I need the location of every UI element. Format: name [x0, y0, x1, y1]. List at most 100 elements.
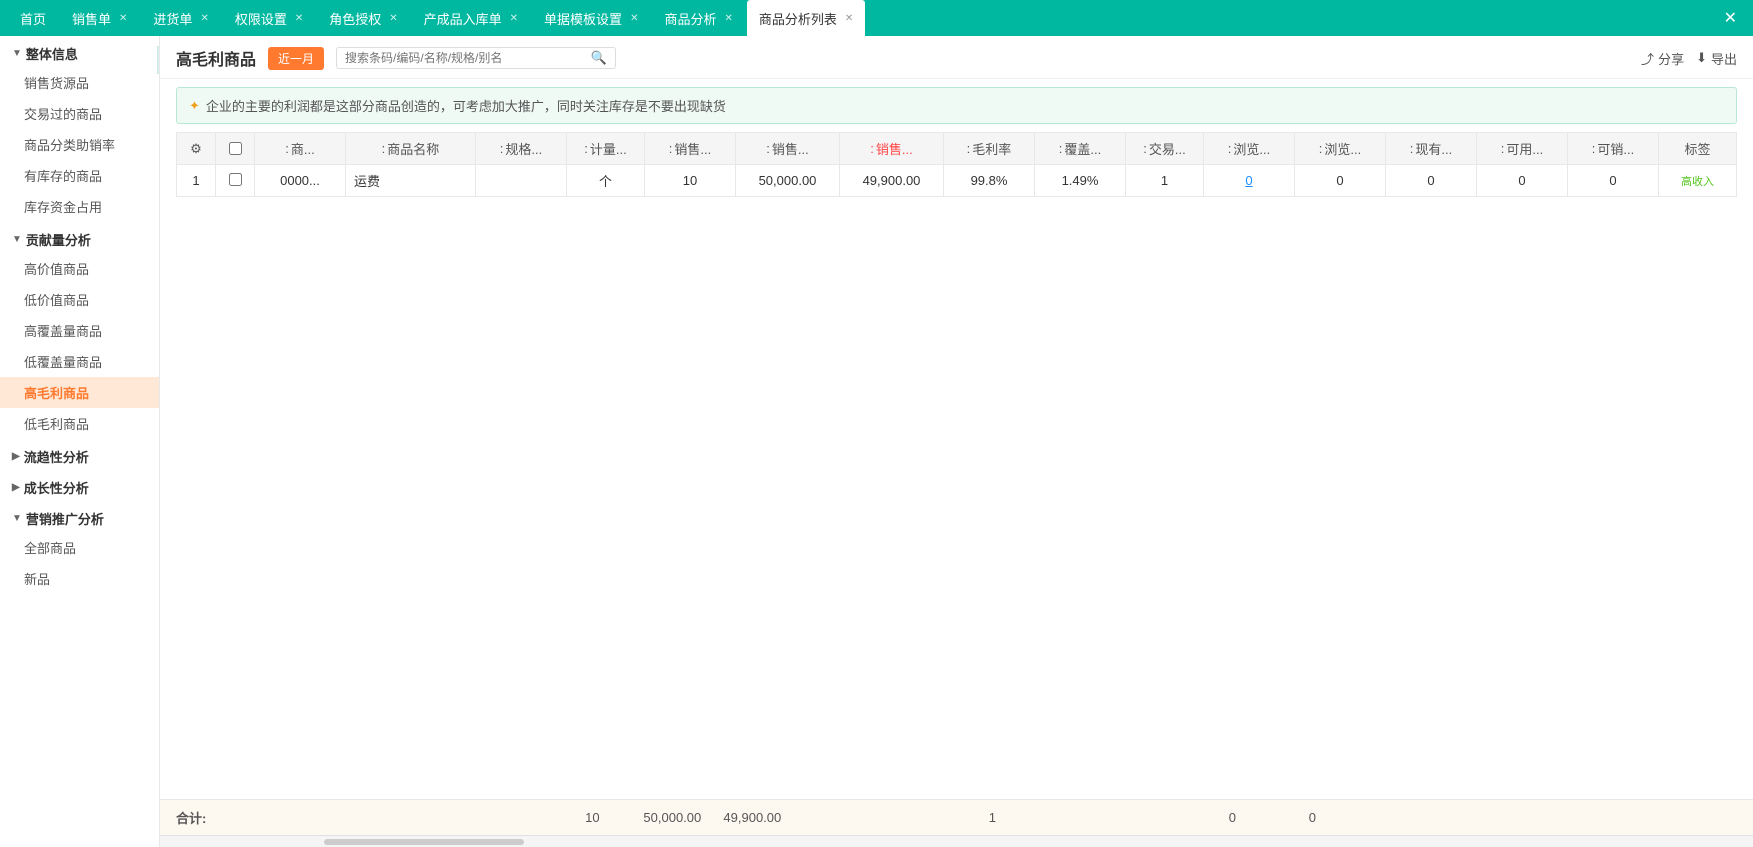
nav-purchase[interactable]: 进货单 ✕ — [141, 0, 220, 36]
group-arrow-trend: ▶ — [12, 451, 20, 462]
col-sales2[interactable]: : 销售... — [736, 133, 840, 165]
col-spec[interactable]: : 规格... — [476, 133, 567, 165]
info-icon: ✦ — [189, 98, 200, 114]
share-icon: ⤴ — [1641, 49, 1654, 68]
nav-role[interactable]: 角色授权 ✕ — [317, 0, 409, 36]
main-layout: 《 ▼ 整体信息 销售货源品 交易过的商品 商品分类助销率 有库存的商品 库存资… — [0, 36, 1753, 847]
header-actions: ⤴ 分享 ⬇ 导出 — [1641, 49, 1737, 68]
nav-template[interactable]: 单据模板设置 ✕ — [532, 0, 650, 36]
close-template-tab[interactable]: ✕ — [630, 13, 638, 24]
col-tag[interactable]: 标签 — [1659, 133, 1737, 165]
footer-available: 0 — [1272, 810, 1352, 825]
col-browse2[interactable]: : 浏览... — [1295, 133, 1386, 165]
sidebar-item-high-coverage[interactable]: 高覆盖量商品 — [0, 315, 159, 346]
cell-sales1: 10 — [645, 165, 736, 197]
cell-transaction: 1 — [1126, 165, 1204, 197]
close-window-button[interactable]: ✕ — [1716, 8, 1745, 28]
sidebar-item-all-products[interactable]: 全部商品 — [0, 532, 159, 563]
sidebar-item-high-value[interactable]: 高价值商品 — [0, 253, 159, 284]
select-all-checkbox[interactable] — [229, 142, 242, 155]
sidebar-item-new-products[interactable]: 新品 — [0, 563, 159, 594]
export-button[interactable]: ⬇ 导出 — [1696, 49, 1737, 68]
sidebar-item-in-stock[interactable]: 有库存的商品 — [0, 160, 159, 191]
footer-browse2 — [1112, 810, 1192, 825]
group-arrow-marketing: ▼ — [12, 513, 22, 524]
cell-spec — [476, 165, 567, 197]
sidebar-group-overall[interactable]: ▼ 整体信息 — [0, 36, 159, 67]
cell-sales3: 49,900.00 — [840, 165, 944, 197]
sidebar-item-low-value[interactable]: 低价值商品 — [0, 284, 159, 315]
nav-product-in[interactable]: 产成品入库单 ✕ — [412, 0, 530, 36]
table-header-row: ⚙ : 商... : 商品名称 : 规格... — [177, 133, 1737, 165]
sidebar-group-trend[interactable]: ▶ 流趋性分析 — [0, 439, 159, 470]
close-product-in-tab[interactable]: ✕ — [510, 13, 518, 24]
table-footer: 合计: 10 50,000.00 49,900.00 1 0 0 — [160, 799, 1753, 835]
row-checkbox[interactable] — [229, 173, 242, 186]
sidebar-item-sales-source[interactable]: 销售货源品 — [0, 67, 159, 98]
footer-transaction: 1 — [952, 810, 1032, 825]
sidebar-group-contribution[interactable]: ▼ 贡献量分析 — [0, 222, 159, 253]
col-stock[interactable]: : 现有... — [1386, 133, 1477, 165]
close-permission-tab[interactable]: ✕ — [295, 13, 303, 24]
sidebar-item-traded[interactable]: 交易过的商品 — [0, 98, 159, 129]
col-available[interactable]: : 可用... — [1477, 133, 1568, 165]
sidebar-item-low-coverage[interactable]: 低覆盖量商品 — [0, 346, 159, 377]
sidebar-item-high-margin[interactable]: 高毛利商品 — [0, 377, 159, 408]
cell-coverage: 1.49% — [1035, 165, 1126, 197]
sidebar-toggle[interactable]: 《 — [157, 46, 160, 74]
nav-analysis-list[interactable]: 商品分析列表 ✕ — [747, 0, 865, 36]
col-code[interactable]: : 商... — [255, 133, 346, 165]
footer-sales1: 10 — [552, 810, 632, 825]
col-transaction[interactable]: : 交易... — [1126, 133, 1204, 165]
sidebar-group-growth[interactable]: ▶ 成长性分析 — [0, 470, 159, 501]
col-saleable[interactable]: : 可销... — [1568, 133, 1659, 165]
sidebar-group-marketing[interactable]: ▼ 营销推广分析 — [0, 501, 159, 532]
close-analysis-tab[interactable]: ✕ — [724, 13, 732, 24]
col-settings[interactable]: ⚙ — [177, 133, 216, 165]
cell-stock: 0 — [1386, 165, 1477, 197]
search-input[interactable] — [345, 51, 591, 65]
cell-unit: 个 — [567, 165, 645, 197]
footer-label: 合计: — [176, 808, 206, 827]
sidebar-item-low-margin[interactable]: 低毛利商品 — [0, 408, 159, 439]
top-navigation: 首页 销售单 ✕ 进货单 ✕ 权限设置 ✕ 角色授权 ✕ 产成品入库单 ✕ 单据… — [0, 0, 1753, 36]
group-arrow-growth: ▶ — [12, 482, 20, 493]
horizontal-scrollbar[interactable] — [160, 835, 1753, 847]
nav-permission[interactable]: 权限设置 ✕ — [223, 0, 315, 36]
filter-month-button[interactable]: 近一月 — [268, 47, 324, 70]
cell-checkbox[interactable] — [216, 165, 255, 197]
col-gross-rate[interactable]: : 毛利率 — [944, 133, 1035, 165]
cell-available: 0 — [1477, 165, 1568, 197]
col-unit[interactable]: : 计量... — [567, 133, 645, 165]
col-coverage[interactable]: : 覆盖... — [1035, 133, 1126, 165]
scrollbar-thumb[interactable] — [324, 839, 524, 845]
nav-home[interactable]: 首页 — [8, 0, 58, 36]
cell-saleable: 0 — [1568, 165, 1659, 197]
close-role-tab[interactable]: ✕ — [389, 13, 397, 24]
col-sales1[interactable]: : 销售... — [645, 133, 736, 165]
close-sales-tab[interactable]: ✕ — [119, 13, 127, 24]
col-checkbox[interactable] — [216, 133, 255, 165]
cell-index: 1 — [177, 165, 216, 197]
close-analysis-list-tab[interactable]: ✕ — [845, 13, 853, 24]
nav-analysis[interactable]: 商品分析 ✕ — [652, 0, 744, 36]
group-arrow-overall: ▼ — [12, 48, 22, 59]
nav-sales[interactable]: 销售单 ✕ — [60, 0, 139, 36]
col-name[interactable]: : 商品名称 — [346, 133, 476, 165]
cell-code: 0000... — [255, 165, 346, 197]
share-button[interactable]: ⤴ 分享 — [1641, 49, 1684, 68]
sidebar-item-category-rate[interactable]: 商品分类助销率 — [0, 129, 159, 160]
group-arrow-contribution: ▼ — [12, 234, 22, 245]
sidebar-item-stock-funds[interactable]: 库存资金占用 — [0, 191, 159, 222]
col-browse1[interactable]: : 浏览... — [1204, 133, 1295, 165]
footer-sales3: 49,900.00 — [712, 810, 792, 825]
info-banner: ✦ 企业的主要的利润都是这部分商品创造的，可考虑加大推广，同时关注库存是不要出现… — [176, 87, 1737, 124]
close-purchase-tab[interactable]: ✕ — [200, 13, 208, 24]
col-sales3[interactable]: : 销售... — [840, 133, 944, 165]
footer-sales2: 50,000.00 — [632, 810, 712, 825]
sidebar: 《 ▼ 整体信息 销售货源品 交易过的商品 商品分类助销率 有库存的商品 库存资… — [0, 36, 160, 847]
data-table: ⚙ : 商... : 商品名称 : 规格... — [176, 132, 1737, 197]
cell-browse1[interactable]: 0 — [1204, 165, 1295, 197]
search-icon[interactable]: 🔍 — [591, 50, 607, 66]
search-box: 🔍 — [336, 47, 616, 69]
